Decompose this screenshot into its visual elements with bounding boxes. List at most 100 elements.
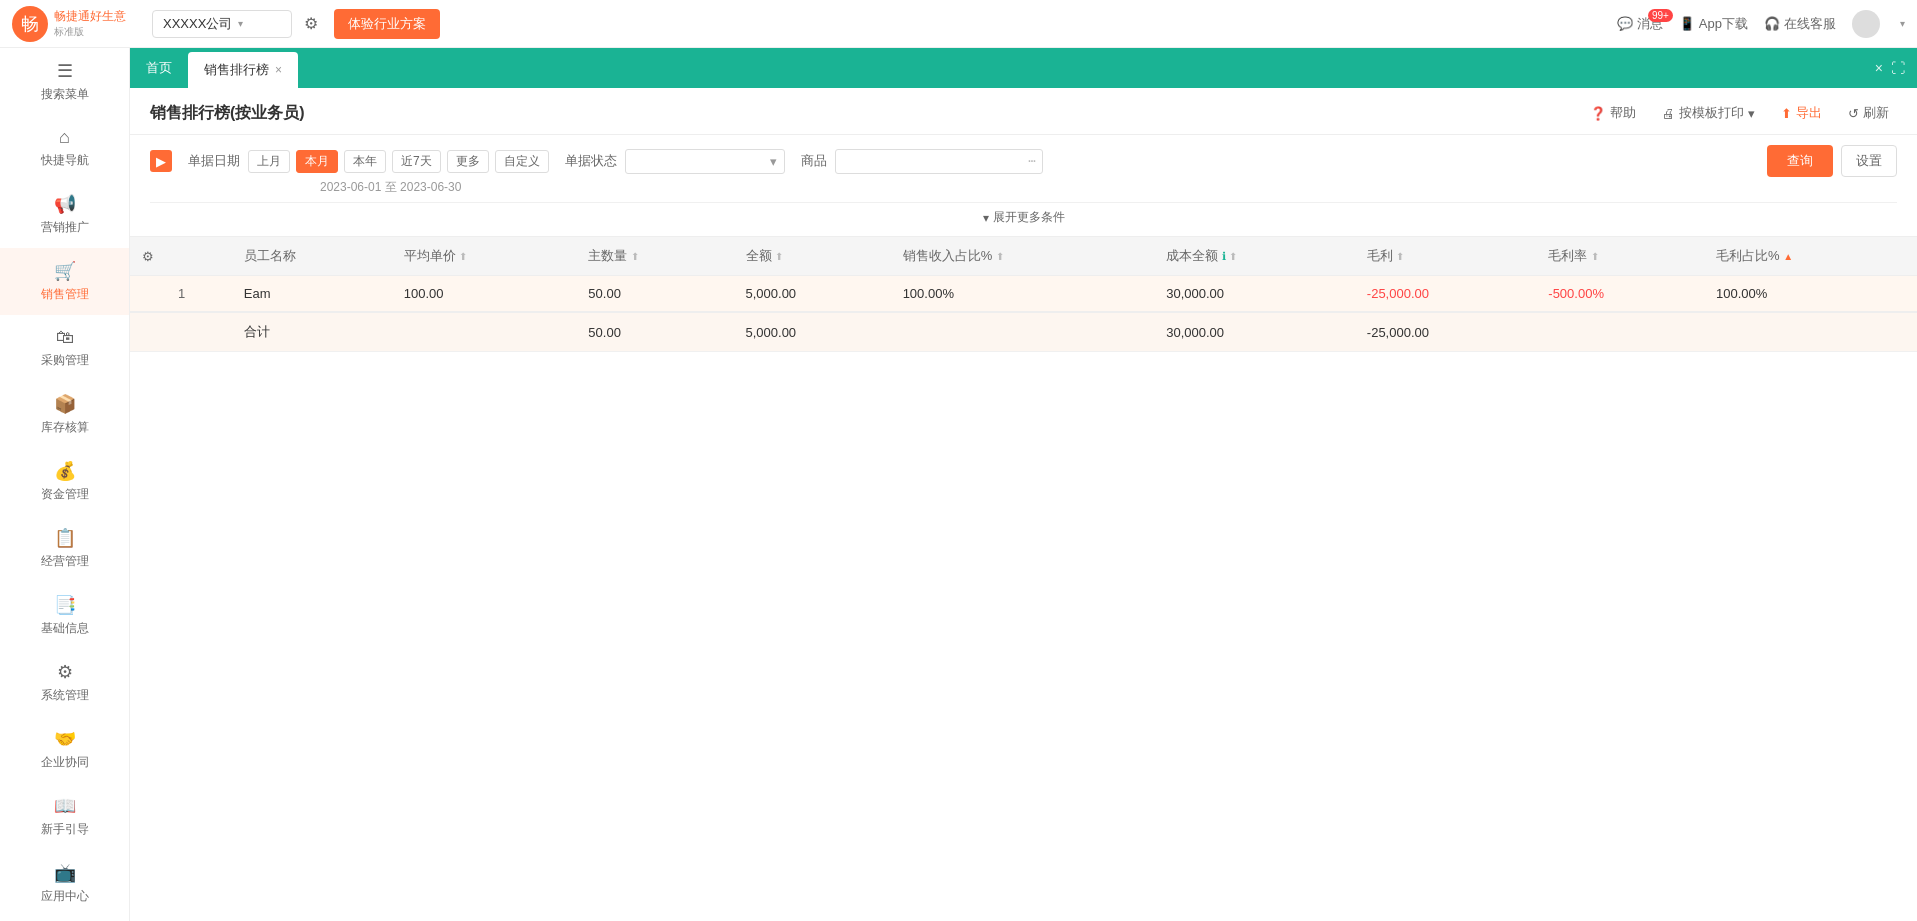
status-select[interactable] [625, 149, 785, 174]
tf-settings [130, 312, 166, 352]
message-button[interactable]: 💬 消息 99+ [1617, 15, 1663, 33]
th-sales-pct[interactable]: 销售收入占比% ⬆ [891, 237, 1155, 276]
online-support-button[interactable]: 🎧 在线客服 [1764, 15, 1836, 33]
sidebar-item-label: 系统管理 [41, 687, 89, 704]
goods-input[interactable] [835, 149, 1043, 174]
tab-home[interactable]: 首页 [130, 48, 188, 88]
app-download-button[interactable]: 📱 App下载 [1679, 15, 1748, 33]
sales-icon: 🛒 [54, 260, 76, 282]
sidebar-item-wechat[interactable]: 💬 企业微信 [0, 917, 129, 921]
th-gross-rate[interactable]: 毛利率 ⬆ [1536, 237, 1704, 276]
date-btn-this-month[interactable]: 本月 [296, 150, 338, 173]
app-download-label: App下载 [1699, 15, 1748, 33]
sidebar-item-appstore[interactable]: 📺 应用中心 [0, 850, 129, 917]
sort-icon: ⬆ [996, 251, 1004, 262]
filter-settings-button[interactable]: 设置 [1841, 145, 1897, 177]
sales-table: ⚙ 员工名称 平均单价 ⬆ 主数量 ⬆ 全额 ⬆ 销售收入占比% ⬆ 成本全额 … [130, 237, 1917, 352]
refresh-button[interactable]: ↺ 刷新 [1840, 100, 1897, 126]
sidebar-item-label: 采购管理 [41, 352, 89, 369]
print-button[interactable]: 🖨 按模板打印 ▾ [1654, 100, 1763, 126]
sidebar-item-finance[interactable]: 💰 资金管理 [0, 448, 129, 515]
search-button[interactable]: 查询 [1767, 145, 1833, 177]
tf-cost: 30,000.00 [1154, 312, 1355, 352]
sidebar-item-sales[interactable]: 🛒 销售管理 [0, 248, 129, 315]
refresh-label: 刷新 [1863, 104, 1889, 122]
basic-icon: 📑 [54, 594, 76, 616]
date-btn-custom[interactable]: 自定义 [495, 150, 549, 173]
sidebar-item-purchase[interactable]: 🛍 采购管理 [0, 315, 129, 381]
sidebar-item-system[interactable]: ⚙ 系统管理 [0, 649, 129, 716]
company-selector[interactable]: XXXXX公司 ▾ [152, 10, 292, 38]
th-avg-price[interactable]: 平均单价 ⬆ [392, 237, 577, 276]
th-gross[interactable]: 毛利 ⬆ [1355, 237, 1536, 276]
goods-input-wrap [835, 149, 1043, 174]
sort-icon: ⬆ [1591, 251, 1599, 262]
tab-bar-actions: × ⛶ [1875, 60, 1917, 76]
info-icon: ℹ [1222, 250, 1226, 262]
th-gross-pct[interactable]: 毛利占比% ▲ [1704, 237, 1917, 276]
sidebar-item-label: 经营管理 [41, 553, 89, 570]
th-settings[interactable]: ⚙ [130, 237, 166, 276]
sidebar-item-inventory[interactable]: 📦 库存核算 [0, 381, 129, 448]
user-name[interactable]: ▾ [1896, 18, 1905, 29]
tf-label: 合计 [232, 312, 392, 352]
filter-bar: ▶ 单据日期 上月 本月 本年 近7天 更多 自定义 [130, 135, 1917, 237]
logo-line2: 标准版 [54, 25, 126, 38]
sidebar-item-basic[interactable]: 📑 基础信息 [0, 582, 129, 649]
tab-close-icon[interactable]: × [275, 63, 282, 77]
finance-icon: 💰 [54, 460, 76, 482]
date-range-text: 2023-06-01 至 2023-06-30 [320, 180, 461, 194]
sidebar-item-label: 应用中心 [41, 888, 89, 905]
td-rank: 1 [166, 276, 232, 313]
sidebar-item-marketing[interactable]: 📢 营销推广 [0, 181, 129, 248]
avatar[interactable] [1852, 10, 1880, 38]
purchase-icon: 🛍 [56, 327, 74, 348]
print-label: 按模板打印 [1679, 104, 1744, 122]
sidebar-item-label: 营销推广 [41, 219, 89, 236]
status-select-wrap [625, 149, 785, 174]
th-cost[interactable]: 成本全额 ℹ ⬆ [1154, 237, 1355, 276]
th-rank [166, 237, 232, 276]
sidebar-item-guide[interactable]: 📖 新手引导 [0, 783, 129, 850]
td-qty: 50.00 [576, 276, 733, 313]
sidebar-item-nav[interactable]: ⌂ 快捷导航 [0, 115, 129, 181]
date-btn-last-month[interactable]: 上月 [248, 150, 290, 173]
expand-more-button[interactable]: ▾ 展开更多条件 [150, 202, 1897, 226]
operations-icon: 📋 [54, 527, 76, 549]
td-avg-price: 100.00 [392, 276, 577, 313]
help-button[interactable]: ❓ 帮助 [1582, 100, 1644, 126]
sidebar-item-label: 搜索菜单 [41, 86, 89, 103]
topbar-settings-icon[interactable]: ⚙ [300, 10, 322, 37]
trial-button[interactable]: 体验行业方案 [334, 9, 440, 39]
tab-maximize-icon[interactable]: ⛶ [1891, 60, 1905, 76]
refresh-icon: ↺ [1848, 106, 1859, 121]
marketing-icon: 📢 [54, 193, 76, 215]
online-support-label: 在线客服 [1784, 15, 1836, 33]
tab-close-all-icon[interactable]: × [1875, 60, 1883, 76]
search-menu-icon: ☰ [57, 60, 73, 82]
date-filter: 单据日期 上月 本月 本年 近7天 更多 自定义 [188, 150, 549, 173]
filter-expand-arrow[interactable]: ▶ [150, 150, 172, 172]
sidebar-item-collab[interactable]: 🤝 企业协同 [0, 716, 129, 783]
sort-icon: ⬆ [459, 251, 467, 262]
th-amount[interactable]: 全额 ⬆ [734, 237, 891, 276]
export-button[interactable]: ⬆ 导出 [1773, 100, 1830, 126]
sort-icon: ⬆ [631, 251, 639, 262]
sidebar-item-label: 快捷导航 [41, 152, 89, 169]
tab-sales-ranking[interactable]: 销售排行榜 × [188, 52, 298, 88]
tf-gross-rate [1536, 312, 1704, 352]
sidebar: ☰ 搜索菜单 ⌂ 快捷导航 📢 营销推广 🛒 销售管理 🛍 采购管理 📦 库 [0, 48, 130, 921]
sort-icon: ⬆ [1396, 251, 1404, 262]
chevron-down-icon: ▾ [238, 18, 243, 29]
tf-rank [166, 312, 232, 352]
sidebar-item-search[interactable]: ☰ 搜索菜单 [0, 48, 129, 115]
tf-qty: 50.00 [576, 312, 733, 352]
sidebar-item-label: 库存核算 [41, 419, 89, 436]
sidebar-item-operations[interactable]: 📋 经营管理 [0, 515, 129, 582]
date-btn-this-year[interactable]: 本年 [344, 150, 386, 173]
logo-line1: 畅捷通好生意 [54, 9, 126, 25]
th-qty[interactable]: 主数量 ⬆ [576, 237, 733, 276]
date-btn-more[interactable]: 更多 [447, 150, 489, 173]
page-header: 销售排行榜(按业务员) ❓ 帮助 🖨 按模板打印 ▾ ⬆ 导出 [130, 88, 1917, 135]
date-btn-7days[interactable]: 近7天 [392, 150, 441, 173]
